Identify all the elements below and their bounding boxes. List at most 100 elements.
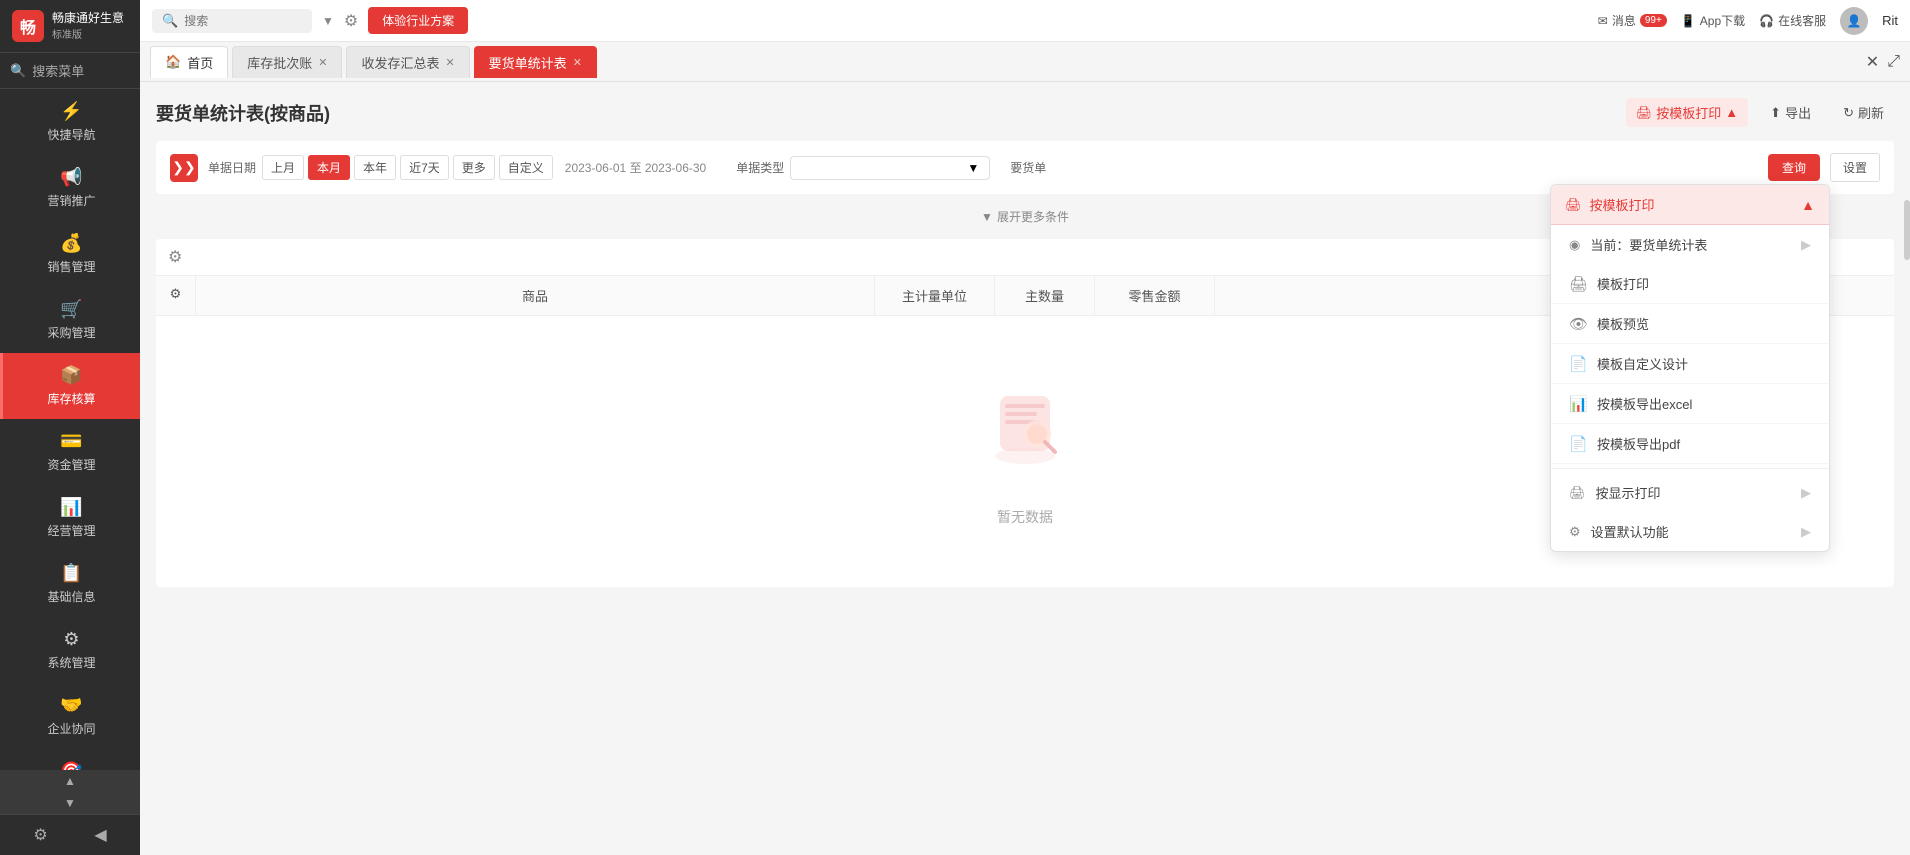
display-print-label: 按显示打印 (1596, 483, 1661, 502)
default-function-icon: ⚙ (1569, 524, 1581, 540)
date-filter-group: 单据日期 上月 本月 本年 近7天 更多 自定义 2023-06-01 至 20… (208, 155, 706, 180)
template-preview-label: 模板预览 (1597, 314, 1649, 333)
col-unit: 主计量单位 (875, 276, 995, 315)
industry-btn[interactable]: 体验行业方案 (368, 7, 468, 34)
current-chevron-right-icon: ▶ (1801, 237, 1811, 253)
date-btn-7days[interactable]: 近7天 (400, 155, 449, 180)
date-btn-custom[interactable]: 自定义 (499, 155, 553, 180)
collapse-btn[interactable]: ◀ (94, 825, 106, 845)
order-type-filter-group: 单据类型 ▼ (736, 156, 990, 180)
finance-icon: 💳 (60, 431, 82, 452)
export-excel-icon: 📊 (1569, 395, 1587, 413)
top-search-input[interactable] (184, 14, 284, 28)
sidebar-item-guide[interactable]: 🎯 新手引导 (0, 749, 140, 770)
message-icon: ✉ (1598, 14, 1608, 28)
sidebar-search[interactable]: 🔍 搜索菜单 (0, 53, 140, 89)
sidebar-scroll-down[interactable]: ▼ (0, 792, 140, 814)
tab-home[interactable]: 🏠 首页 (150, 46, 228, 78)
tab-inventory-batch-close[interactable]: ✕ (318, 56, 327, 69)
tab-inventory-batch-label: 库存批次账 (247, 53, 312, 72)
tab-close-icon[interactable]: ✕ (1866, 52, 1879, 72)
message-badge: 99+ (1640, 14, 1667, 27)
tab-expand-icon[interactable]: ⤢ (1887, 53, 1900, 71)
sidebar-item-operation[interactable]: 📊 经营管理 (0, 485, 140, 551)
date-btn-this-month[interactable]: 本月 (308, 155, 350, 180)
tab-receipt-summary-close[interactable]: ✕ (445, 56, 454, 69)
template-design-item[interactable]: 📄 模板自定义设计 (1551, 344, 1829, 384)
print-template-btn[interactable]: 🖨 按模板打印 ▲ (1626, 98, 1748, 127)
order-type-label: 单据类型 (736, 159, 784, 176)
user-avatar[interactable]: 👤 (1840, 7, 1868, 35)
refresh-btn[interactable]: ↻ 刷新 (1833, 98, 1894, 127)
search-label: 搜索菜单 (32, 61, 84, 80)
top-search-container[interactable]: 🔍 (152, 9, 312, 33)
tab-bar: 🏠 首页 库存批次账 ✕ 收发存汇总表 ✕ 要货单统计表 ✕ ✕ ⤢ (140, 42, 1910, 82)
sidebar-item-system[interactable]: ⚙ 系统管理 (0, 617, 140, 683)
sidebar-bottom: ⚙ ◀ (0, 814, 140, 855)
template-design-label: 模板自定义设计 (1597, 354, 1688, 373)
top-bar: 🔍 ▼ ⚙ 体验行业方案 ✉ 消息 99+ 📱 App下载 🎧 在线客服 👤 (140, 0, 1910, 42)
query-btn[interactable]: 查询 (1768, 154, 1820, 181)
logo-area: 畅 畅康通好生意 标准版 (0, 0, 140, 53)
date-buttons: 上月 本月 本年 近7天 更多 自定义 (262, 155, 553, 180)
expand-more-label: 展开更多条件 (997, 208, 1069, 225)
tab-receipt-summary[interactable]: 收发存汇总表 ✕ (346, 46, 469, 78)
template-print-item[interactable]: 🖨 模板打印 (1551, 264, 1829, 304)
export-btn[interactable]: ⬆ 导出 (1760, 98, 1821, 127)
current-template-section[interactable]: ◉ 当前：要货单统计表 ▶ (1551, 225, 1829, 264)
dropdown-title: 按模板打印 (1590, 195, 1655, 214)
sidebar-item-coop[interactable]: 🤝 企业协同 (0, 683, 140, 749)
select-chevron-down-icon: ▼ (967, 161, 979, 175)
online-service-action[interactable]: 🎧 在线客服 (1759, 12, 1826, 29)
date-btn-this-year[interactable]: 本年 (354, 155, 396, 180)
app-download-label: App下载 (1700, 12, 1745, 29)
print-header-icon: 🖨 (1565, 197, 1582, 213)
chevron-up-icon[interactable]: ▲ (1801, 197, 1815, 213)
filter-expand-btn[interactable]: ❯❯ (170, 154, 198, 182)
export-excel-item[interactable]: 📊 按模板导出excel (1551, 384, 1829, 424)
display-print-section[interactable]: 🖨 按显示打印 ▶ (1551, 473, 1829, 512)
col-unit-label: 主计量单位 (902, 289, 967, 304)
scrollbar[interactable] (1904, 200, 1910, 260)
headset-icon: 🎧 (1759, 14, 1774, 28)
settings-btn[interactable]: 设置 (1830, 153, 1880, 182)
purchase-icon: 🛒 (60, 299, 82, 320)
settings-bottom-btn[interactable]: ⚙ (33, 825, 47, 845)
settings-icon[interactable]: ⚙ (344, 11, 358, 31)
app-download-action[interactable]: 📱 App下载 (1681, 12, 1745, 29)
sidebar-scroll-up[interactable]: ▲ (0, 770, 140, 792)
sidebar-item-purchase[interactable]: 🛒 采购管理 (0, 287, 140, 353)
date-btn-more[interactable]: 更多 (453, 155, 495, 180)
export-pdf-item[interactable]: 📄 按模板导出pdf (1551, 424, 1829, 464)
search-icon: 🔍 (162, 13, 178, 29)
tab-demand-stats-label: 要货单统计表 (489, 53, 567, 72)
inventory-icon: 📦 (60, 365, 82, 386)
tab-demand-stats[interactable]: 要货单统计表 ✕ (474, 46, 597, 78)
sidebar-item-basic[interactable]: 📋 基础信息 (0, 551, 140, 617)
sidebar-item-inventory[interactable]: 📦 库存核算 (0, 353, 140, 419)
message-action[interactable]: ✉ 消息 99+ (1598, 12, 1667, 29)
tab-bar-right: ✕ ⤢ (1866, 52, 1900, 72)
date-btn-last-month[interactable]: 上月 (262, 155, 304, 180)
template-preview-item[interactable]: 👁 模板预览 (1551, 304, 1829, 344)
sidebar-nav: ⚡ 快捷导航 📢 营销推广 💰 销售管理 🛒 采购管理 📦 库存核算 💳 资金管… (0, 89, 140, 770)
template-print-icon: 🖨 (1569, 275, 1587, 293)
default-function-chevron-icon: ▶ (1801, 524, 1811, 540)
col-settings[interactable]: ⚙ (156, 276, 196, 315)
date-filter-label: 单据日期 (208, 159, 256, 176)
export-label: 导出 (1785, 103, 1811, 122)
table-settings-icon[interactable]: ⚙ (168, 247, 182, 267)
order-type-select[interactable]: ▼ (790, 156, 990, 180)
default-function-label: 设置默认功能 (1591, 522, 1669, 541)
sidebar-item-quick-nav[interactable]: ⚡ 快捷导航 (0, 89, 140, 155)
tab-inventory-batch[interactable]: 库存批次账 ✕ (232, 46, 342, 78)
expand-more-btn[interactable]: ▼ 展开更多条件 (973, 204, 1077, 229)
dropdown-header-left: 🖨 按模板打印 (1565, 195, 1655, 214)
sidebar-item-sales[interactable]: 💰 销售管理 (0, 221, 140, 287)
sidebar-item-finance[interactable]: 💳 资金管理 (0, 419, 140, 485)
dropdown-chevron-icon[interactable]: ▼ (322, 14, 334, 28)
default-function-section[interactable]: ⚙ 设置默认功能 ▶ (1551, 512, 1829, 551)
sidebar-item-marketing[interactable]: 📢 营销推广 (0, 155, 140, 221)
message-label: 消息 (1612, 12, 1636, 29)
tab-demand-stats-close[interactable]: ✕ (573, 56, 582, 69)
